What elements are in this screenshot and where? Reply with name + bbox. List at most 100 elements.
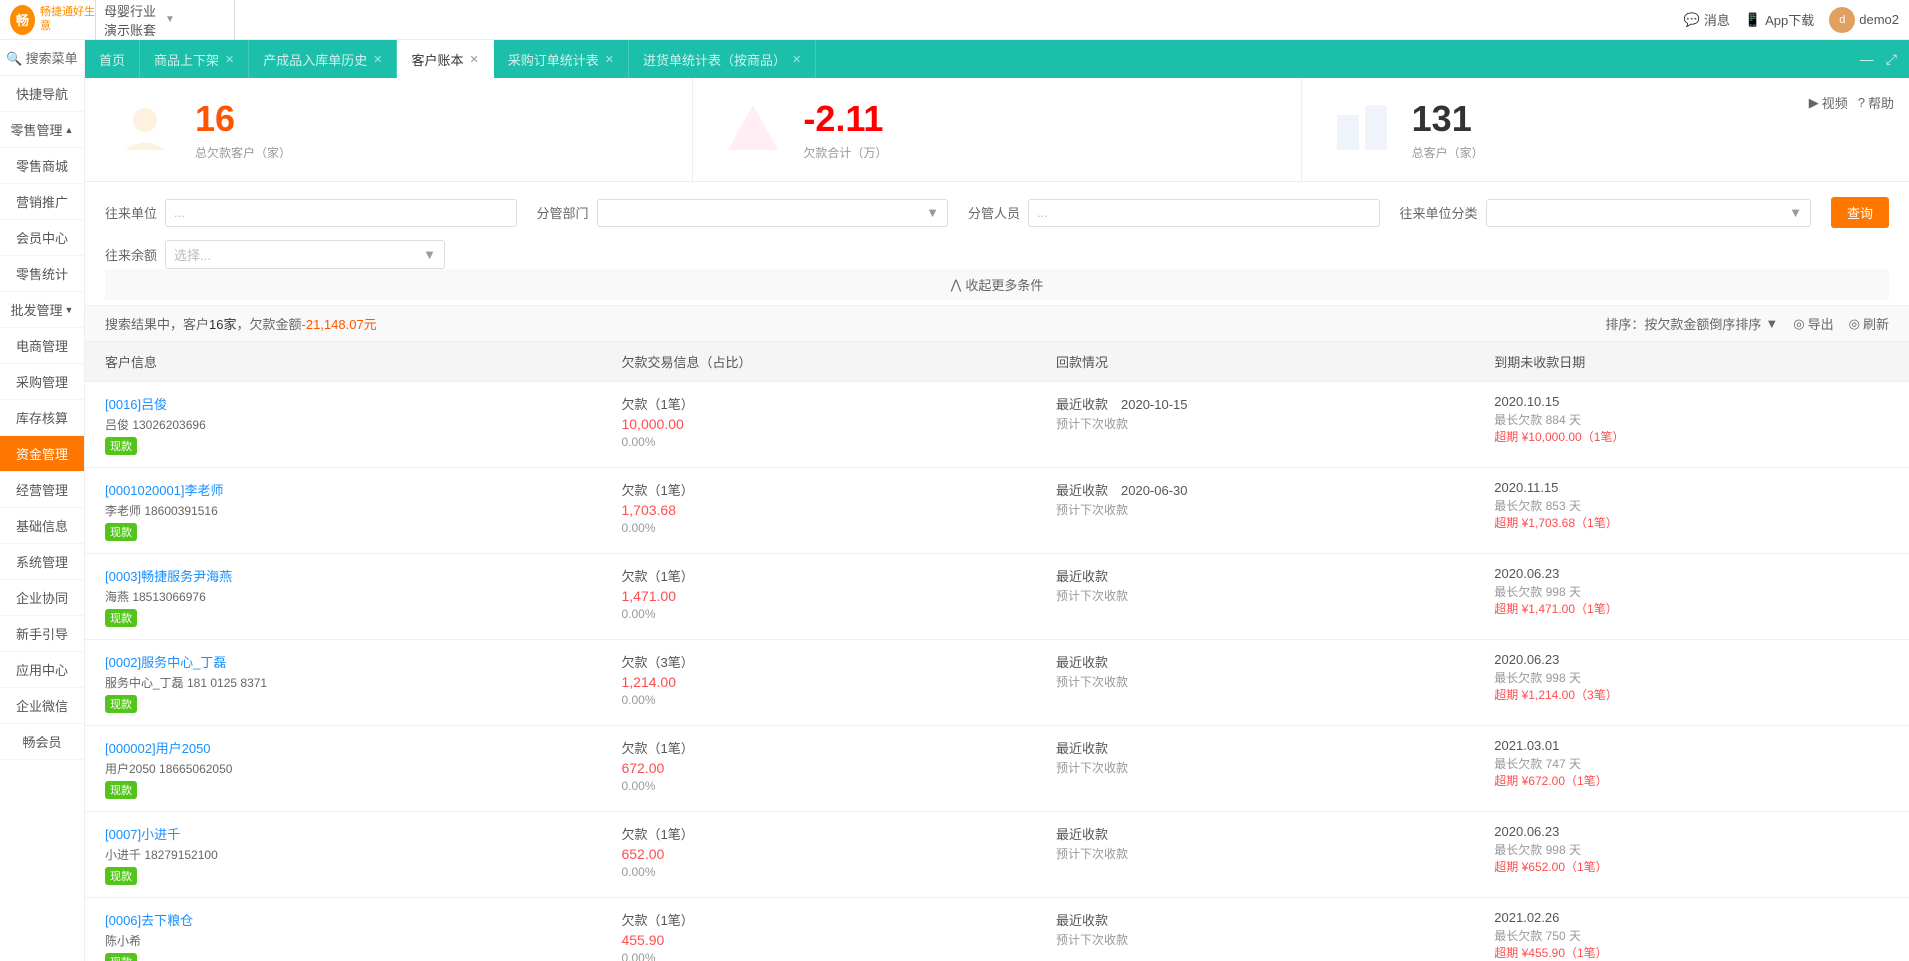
customer-name[interactable]: [0002]服务中心_丁磊	[105, 652, 581, 671]
recovery-label: 最近收款	[1056, 566, 1454, 585]
recovery-next: 预计下次收款	[1056, 759, 1454, 776]
table-row: [0016]吕俊 吕俊 13026203696 现款 欠款（1笔） 10,000…	[85, 382, 1909, 468]
debt-amount[interactable]: 1,214.00	[621, 674, 1016, 690]
filter-row-1: 往来单位 ... 分管部门 ▼	[105, 197, 1889, 228]
sort-arrow-icon: ▼	[1765, 316, 1778, 331]
sidebar-item-newbie[interactable]: 新手引导	[0, 616, 84, 652]
overdue-amount-label: 欠款合计（万）	[803, 144, 887, 161]
debt-percent: 0.00%	[621, 435, 1016, 449]
overdue-link[interactable]: 超期 ¥1,214.00（3笔）	[1494, 686, 1889, 703]
debt-amount[interactable]: 1,703.68	[621, 502, 1016, 518]
customer-name[interactable]: [0003]畅捷服务尹海燕	[105, 566, 581, 585]
from-unit-input[interactable]: ...	[165, 199, 516, 227]
overdue-amount-number: -2.11	[803, 98, 887, 140]
customer-name[interactable]: [0007]小进千	[105, 824, 581, 843]
debt-amount[interactable]: 652.00	[621, 846, 1016, 862]
total-customers-number: 131	[1412, 98, 1484, 140]
overdue-link[interactable]: 超期 ¥455.90（1笔）	[1494, 944, 1889, 961]
person-input[interactable]: ...	[1028, 199, 1379, 227]
overdue-link[interactable]: 超期 ¥1,471.00（1笔）	[1494, 600, 1889, 617]
filter-person: 分管人员 ...	[968, 199, 1380, 227]
content-area: 首页 商品上下架 ✕ 产成品入库单历史 ✕ 客户账本 ✕ 采购订单统计表 ✕	[85, 40, 1909, 961]
view-btn[interactable]: ▶ 视频	[1809, 93, 1848, 112]
sidebar-item-ecommerce[interactable]: 电商管理	[0, 328, 84, 364]
from-unit-label: 往来单位	[105, 203, 157, 222]
sidebar-item-quick-nav[interactable]: 快捷导航	[0, 76, 84, 112]
stat-total-info: 131 总客户（家）	[1412, 98, 1484, 161]
balance-select[interactable]: 选择... ▼	[165, 240, 445, 269]
export-btn[interactable]: ◎ 导出	[1793, 314, 1833, 333]
sidebar-item-ops[interactable]: 经营管理	[0, 472, 84, 508]
sidebar-item-vip[interactable]: 畅会员	[0, 724, 84, 760]
overdue-link[interactable]: 超期 ¥652.00（1笔）	[1494, 858, 1889, 875]
due-date: 2020.06.23	[1494, 566, 1889, 581]
search-button[interactable]: 查询	[1831, 197, 1889, 228]
sidebar-item-purchase[interactable]: 采购管理	[0, 364, 84, 400]
debt-amount[interactable]: 455.90	[621, 932, 1016, 948]
help-icon: ?	[1858, 95, 1865, 110]
sidebar-item-basic-info[interactable]: 基础信息	[0, 508, 84, 544]
tab-product-instock[interactable]: 产成品入库单历史 ✕	[249, 40, 397, 78]
recovery-next: 预计下次收款	[1056, 501, 1454, 518]
sidebar-item-system[interactable]: 系统管理	[0, 544, 84, 580]
refresh-label: 刷新	[1863, 314, 1889, 333]
tab-home[interactable]: 首页	[85, 40, 140, 78]
sidebar-search[interactable]: 🔍 搜索菜单	[0, 40, 84, 76]
sidebar-item-marketing[interactable]: 营销推广	[0, 184, 84, 220]
result-bar: 搜索结果中，客户 16家 ， 欠款金额 -21,148.07元 排序：按欠款金额…	[85, 306, 1909, 342]
tab-maximize-icon[interactable]: ⤢	[1882, 49, 1901, 70]
tab-close-icon-2[interactable]: ✕	[373, 53, 382, 66]
sidebar-item-retail-mgmt[interactable]: 零售管理 ▲	[0, 112, 84, 148]
stat-total-customers: 131 总客户（家） ▶ 视频 ? 帮助	[1302, 78, 1909, 181]
user-menu[interactable]: d demo2	[1829, 7, 1899, 33]
tab-close-icon-5[interactable]: ✕	[792, 53, 801, 66]
customer-name[interactable]: [0006]去下粮仓	[105, 910, 581, 929]
collapse-btn[interactable]: ⋀ 收起更多条件	[105, 269, 1889, 300]
tab-minimize-icon[interactable]: —	[1856, 49, 1878, 69]
total-customers-label: 总客户（家）	[1412, 144, 1484, 161]
sidebar-item-app-center[interactable]: 应用中心	[0, 652, 84, 688]
due-date: 2020.11.15	[1494, 480, 1889, 495]
debt-amount[interactable]: 1,471.00	[621, 588, 1016, 604]
app-download-btn[interactable]: 📱 App下载	[1745, 10, 1814, 29]
sidebar-item-retail-stats[interactable]: 零售统计	[0, 256, 84, 292]
message-label: 消息	[1704, 10, 1730, 29]
customer-contact: 服务中心_丁磊 181 0125 8371	[105, 674, 581, 691]
company-selector[interactable]: 母婴行业演示账套 ▼	[95, 0, 235, 42]
refresh-btn[interactable]: ◎ 刷新	[1849, 314, 1889, 333]
customer-name[interactable]: [000002]用户2050	[105, 738, 581, 757]
overdue-link[interactable]: 超期 ¥672.00（1笔）	[1494, 772, 1889, 789]
unit-type-select[interactable]: ▼	[1486, 199, 1811, 227]
debt-amount[interactable]: 10,000.00	[621, 416, 1016, 432]
message-btn[interactable]: 💬 消息	[1684, 10, 1730, 29]
tab-close-icon[interactable]: ✕	[225, 53, 234, 66]
overdue-link[interactable]: 超期 ¥1,703.68（1笔）	[1494, 514, 1889, 531]
filter-row-2: 往来余额 选择... ▼	[105, 240, 1889, 269]
tab-purchase-order[interactable]: 采购订单统计表 ✕	[494, 40, 629, 78]
overdue-link[interactable]: 超期 ¥10,000.00（1笔）	[1494, 428, 1889, 445]
help-btn[interactable]: ? 帮助	[1858, 93, 1894, 112]
sidebar-item-retail-shop[interactable]: 零售商城	[0, 148, 84, 184]
overdue-customers-number: 16	[195, 98, 291, 140]
sidebar-item-wechat-corp[interactable]: 企业微信	[0, 688, 84, 724]
customer-name[interactable]: [0001020001]李老师	[105, 480, 581, 499]
sidebar-item-finance[interactable]: 资金管理	[0, 436, 84, 472]
tab-instock-stats[interactable]: 进货单统计表（按商品） ✕	[629, 40, 816, 78]
tab-close-icon-4[interactable]: ✕	[605, 53, 614, 66]
refresh-icon: ◎	[1849, 316, 1860, 332]
sidebar-item-wholesale-mgmt[interactable]: 批发管理 ▼	[0, 292, 84, 328]
tab-close-icon-3[interactable]: ✕	[470, 53, 479, 66]
customer-name[interactable]: [0016]吕俊	[105, 394, 581, 413]
sidebar-item-enterprise[interactable]: 企业协同	[0, 580, 84, 616]
tab-home-label: 首页	[99, 50, 125, 69]
debt-amount[interactable]: 672.00	[621, 760, 1016, 776]
debt-percent: 0.00%	[621, 693, 1016, 707]
logo-text: 畅捷通好生意	[40, 6, 95, 32]
col-recovery: 回款情况	[1036, 342, 1474, 382]
sidebar-item-member-center[interactable]: 会员中心	[0, 220, 84, 256]
dept-select[interactable]: ▼	[597, 199, 948, 227]
sort-select[interactable]: 排序：按欠款金额倒序排序 ▼	[1605, 314, 1778, 333]
sidebar-item-inventory[interactable]: 库存核算	[0, 400, 84, 436]
tab-customer-account[interactable]: 客户账本 ✕	[397, 40, 493, 78]
tab-product-offsale[interactable]: 商品上下架 ✕	[140, 40, 249, 78]
